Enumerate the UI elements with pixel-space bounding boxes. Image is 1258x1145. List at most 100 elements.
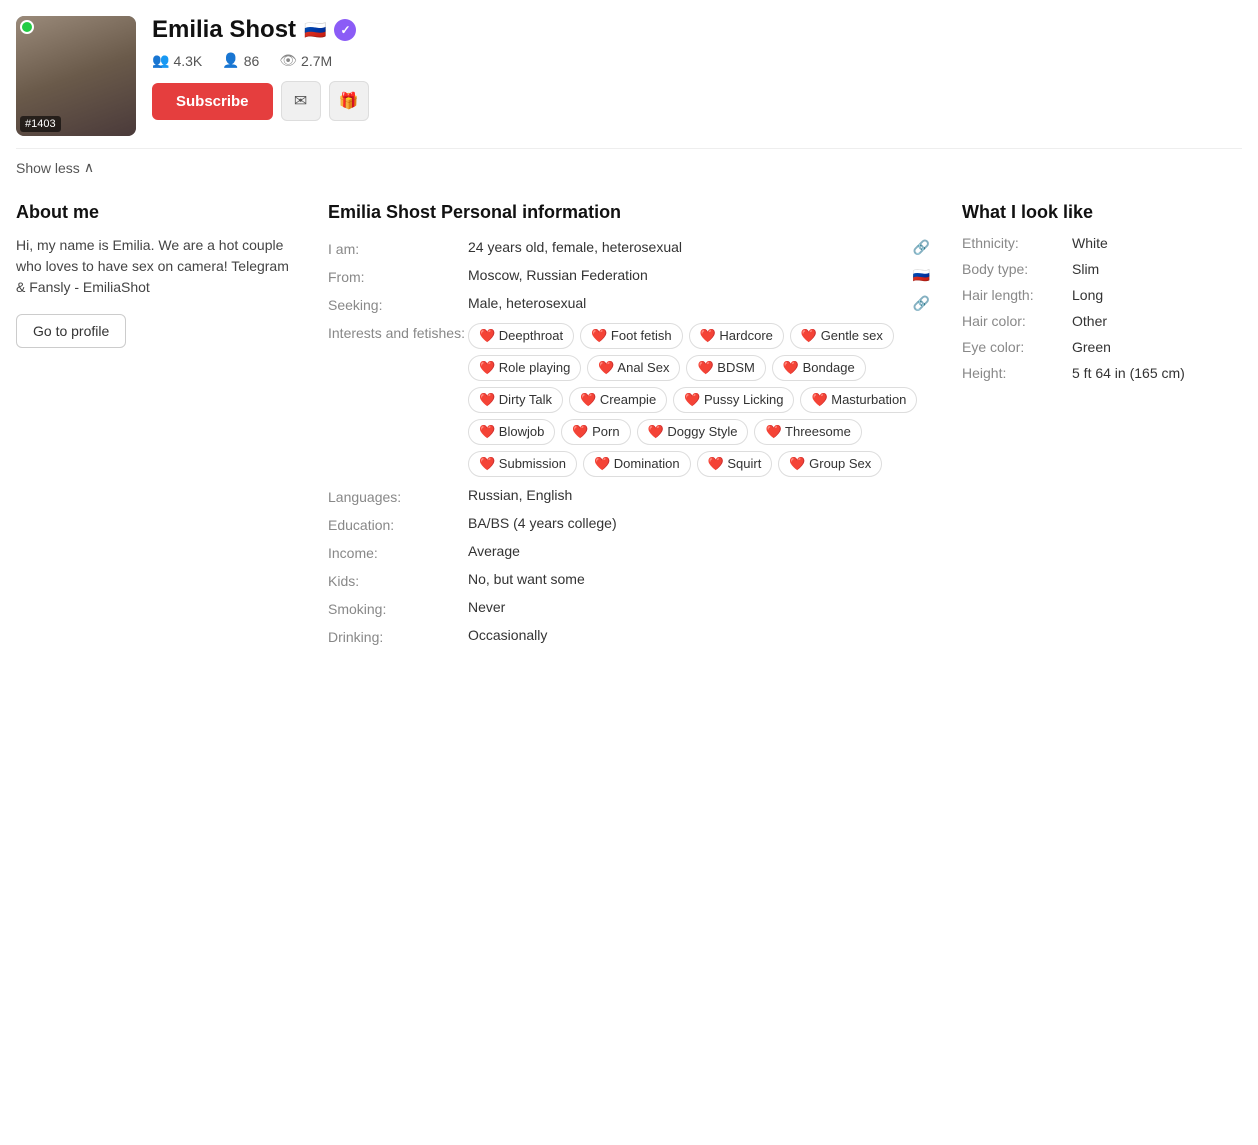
eye-color-value: Green xyxy=(1072,339,1111,355)
interest-tag: ❤️ Foot fetish xyxy=(580,323,683,349)
interest-tag: ❤️ Pussy Licking xyxy=(673,387,794,413)
education-row: Education: BA/BS (4 years college) xyxy=(328,515,930,533)
height-row: Height: 5 ft 64 in (165 cm) xyxy=(962,365,1242,381)
interest-tag: ❤️ Role playing xyxy=(468,355,581,381)
appearance-title: What I look like xyxy=(962,202,1242,223)
verified-icon: ✓ xyxy=(334,19,356,41)
interest-tag: ❤️ Squirt xyxy=(697,451,773,477)
hair-color-label: Hair color: xyxy=(962,313,1072,329)
followers-stat: 👥 4.3K xyxy=(152,52,202,69)
personal-info-title: Emilia Shost Personal information xyxy=(328,202,930,223)
from-value: Moscow, Russian Federation xyxy=(468,267,907,283)
interest-tag: ❤️ Anal Sex xyxy=(587,355,680,381)
main-content: About me Hi, my name is Emilia. We are a… xyxy=(16,186,1242,655)
seeking-row: Seeking: Male, heterosexual 🔗 xyxy=(328,295,930,313)
i-am-value-row: 24 years old, female, heterosexual 🔗 xyxy=(468,239,930,256)
show-less-label: Show less xyxy=(16,160,80,176)
i-am-value: 24 years old, female, heterosexual xyxy=(468,239,907,255)
profile-name: Emilia Shost xyxy=(152,16,296,44)
followers-count: 4.3K xyxy=(173,53,202,69)
appearance-section: What I look like Ethnicity: White Body t… xyxy=(962,202,1242,655)
show-less-toggle[interactable]: Show less ∧ xyxy=(16,149,1242,186)
hair-color-value: Other xyxy=(1072,313,1107,329)
gift-button[interactable]: 🎁 xyxy=(329,81,369,121)
ethnicity-row: Ethnicity: White xyxy=(962,235,1242,251)
drinking-row: Drinking: Occasionally xyxy=(328,627,930,645)
ethnicity-value: White xyxy=(1072,235,1108,251)
following-count: 86 xyxy=(244,53,260,69)
following-icon: 👤 xyxy=(222,52,239,69)
gift-icon: 🎁 xyxy=(339,91,359,111)
eye-color-row: Eye color: Green xyxy=(962,339,1242,355)
views-count: 2.7M xyxy=(301,53,332,69)
interest-tag: ❤️ Domination xyxy=(583,451,691,477)
profile-info: Emilia Shost 🇷🇺 ✓ 👥 4.3K 👤 86 👁 2.7M Sub… xyxy=(152,16,1242,121)
interest-tag: ❤️ Creampie xyxy=(569,387,667,413)
interest-tag: ❤️ Group Sex xyxy=(778,451,882,477)
body-type-row: Body type: Slim xyxy=(962,261,1242,277)
smoking-value: Never xyxy=(468,599,930,615)
tags-container: ❤️ Deepthroat❤️ Foot fetish❤️ Hardcore❤️… xyxy=(468,323,930,477)
seeking-value: Male, heterosexual xyxy=(468,295,907,311)
profile-actions: Subscribe ✉ 🎁 xyxy=(152,81,1242,121)
interest-tag: ❤️ BDSM xyxy=(686,355,765,381)
education-label: Education: xyxy=(328,515,468,533)
eye-color-label: Eye color: xyxy=(962,339,1072,355)
interest-tag: ❤️ Gentle sex xyxy=(790,323,894,349)
about-text: Hi, my name is Emilia. We are a hot coup… xyxy=(16,235,296,298)
height-label: Height: xyxy=(962,365,1072,381)
hair-length-value: Long xyxy=(1072,287,1103,303)
following-stat: 👤 86 xyxy=(222,52,259,69)
from-row: From: Moscow, Russian Federation 🇷🇺 xyxy=(328,267,930,285)
from-value-row: Moscow, Russian Federation 🇷🇺 xyxy=(468,267,930,284)
appearance-table: Ethnicity: White Body type: Slim Hair le… xyxy=(962,235,1242,381)
profile-name-row: Emilia Shost 🇷🇺 ✓ xyxy=(152,16,1242,44)
seeking-label: Seeking: xyxy=(328,295,468,313)
russia-flag-icon: 🇷🇺 xyxy=(913,267,930,284)
interest-tag: ❤️ Dirty Talk xyxy=(468,387,563,413)
about-title: About me xyxy=(16,202,296,223)
body-type-value: Slim xyxy=(1072,261,1099,277)
income-value: Average xyxy=(468,543,930,559)
personal-info-table: I am: 24 years old, female, heterosexual… xyxy=(328,239,930,645)
interest-tag: ❤️ Hardcore xyxy=(689,323,784,349)
education-value: BA/BS (4 years college) xyxy=(468,515,930,531)
i-am-label: I am: xyxy=(328,239,468,257)
interest-tag: ❤️ Deepthroat xyxy=(468,323,574,349)
drinking-label: Drinking: xyxy=(328,627,468,645)
flag-icon: 🇷🇺 xyxy=(304,20,326,41)
interests-row: Interests and fetishes: ❤️ Deepthroat❤️ … xyxy=(328,323,930,477)
hair-length-row: Hair length: Long xyxy=(962,287,1242,303)
seeking-value-row: Male, heterosexual 🔗 xyxy=(468,295,930,312)
chevron-up-icon: ∧ xyxy=(84,159,94,176)
link-icon: 🔗 xyxy=(913,239,930,256)
interest-tag: ❤️ Masturbation xyxy=(800,387,917,413)
go-to-profile-button[interactable]: Go to profile xyxy=(16,314,126,348)
interest-tag: ❤️ Bondage xyxy=(772,355,866,381)
seeking-link-icon: 🔗 xyxy=(913,295,930,312)
drinking-value: Occasionally xyxy=(468,627,930,643)
subscribe-button[interactable]: Subscribe xyxy=(152,83,273,120)
income-label: Income: xyxy=(328,543,468,561)
languages-value: Russian, English xyxy=(468,487,930,503)
languages-row: Languages: Russian, English xyxy=(328,487,930,505)
interests-label: Interests and fetishes: xyxy=(328,323,468,341)
i-am-row: I am: 24 years old, female, heterosexual… xyxy=(328,239,930,257)
from-label: From: xyxy=(328,267,468,285)
body-type-label: Body type: xyxy=(962,261,1072,277)
about-section: About me Hi, my name is Emilia. We are a… xyxy=(16,202,296,655)
views-icon: 👁 xyxy=(279,52,297,69)
message-button[interactable]: ✉ xyxy=(281,81,321,121)
interest-tag: ❤️ Doggy Style xyxy=(637,419,749,445)
income-row: Income: Average xyxy=(328,543,930,561)
kids-row: Kids: No, but want some xyxy=(328,571,930,589)
profile-header: #1403 Emilia Shost 🇷🇺 ✓ 👥 4.3K 👤 86 👁 2.… xyxy=(16,16,1242,149)
message-icon: ✉ xyxy=(294,91,307,111)
height-value: 5 ft 64 in (165 cm) xyxy=(1072,365,1185,381)
interest-tag: ❤️ Porn xyxy=(561,419,630,445)
smoking-row: Smoking: Never xyxy=(328,599,930,617)
languages-label: Languages: xyxy=(328,487,468,505)
online-indicator xyxy=(20,20,34,34)
hair-color-row: Hair color: Other xyxy=(962,313,1242,329)
avatar-container: #1403 xyxy=(16,16,136,136)
